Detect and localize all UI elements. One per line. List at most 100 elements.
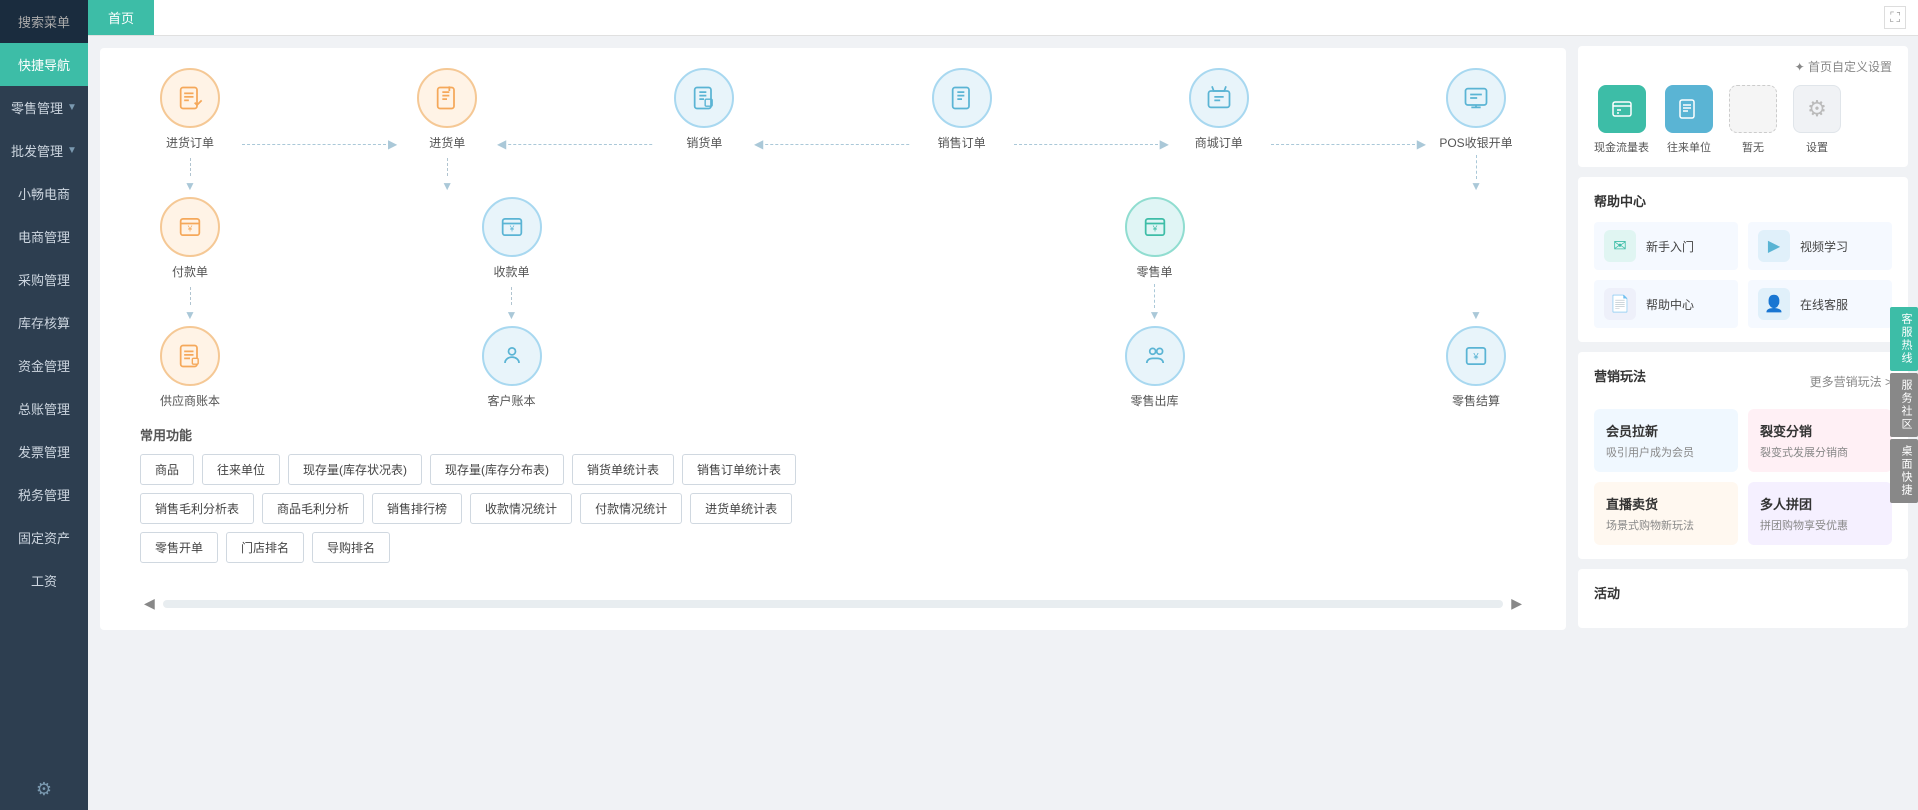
settings-icon: ⚙ [1793,85,1841,133]
more-marketing-link[interactable]: 更多营销玩法 > [1810,373,1892,390]
sidebar-item-ledger[interactable]: 总账管理 [0,387,88,430]
service-icon: 👤 [1758,288,1790,320]
chevron-down-icon: ▼ [67,145,77,156]
workflow-diagram: 进货订单 ▶ 进货单 [120,68,1546,409]
func-row-3: 零售开单 门店排名 导购排名 [140,532,1526,563]
sidebar-item-label: 固定资产 [18,528,70,547]
sidebar-item-ecommerce[interactable]: 电商管理 [0,215,88,258]
quick-icon-contacts[interactable]: 往来单位 [1665,85,1713,155]
tab-home[interactable]: 首页 [88,0,154,35]
marketing-header: 营销玩法 更多营销玩法 > [1594,366,1892,397]
func-btn-retail-order[interactable]: 零售开单 [140,532,218,563]
right-sidebar: ✦ 首页自定义设置 现金流量表 往来单位 [1578,36,1918,810]
help-item-helpcenter[interactable]: 📄 帮助中心 [1594,280,1738,328]
sidebar-item-label: 批发管理 [11,141,63,160]
sidebar-item-inventory[interactable]: 库存核算 [0,301,88,344]
float-buttons: 客服热线 服务社区 桌面快捷 [1890,307,1918,503]
func-btn-payment-stats[interactable]: 付款情况统计 [580,493,682,524]
wf-node-purchase-order[interactable]: 进货订单 [140,68,240,151]
marketing-item-group[interactable]: 多人拼团 拼团购物享受优惠 [1748,482,1892,545]
quick-nav-row: ✦ 首页自定义设置 现金流量表 往来单位 [1578,46,1908,167]
sidebar-item-invoice[interactable]: 发票管理 [0,430,88,473]
wf-node-retail-settlement[interactable]: ¥ 零售结算 [1426,326,1526,409]
marketing-item-live[interactable]: 直播卖货 场景式购物新玩法 [1594,482,1738,545]
marketing-grid: 会员拉新 吸引用户成为会员 裂变分销 裂变式发展分销商 直播卖货 场景式购物新玩… [1594,409,1892,545]
home-customize-settings[interactable]: ✦ 首页自定义设置 [1795,58,1892,75]
wf-node-payment[interactable]: ¥ 付款单 [140,197,240,280]
pos-icon [1446,68,1506,128]
mall-order-icon [1189,68,1249,128]
sidebar-bottom: ⚙ [0,769,88,810]
func-btn-inventory-status[interactable]: 现存量(库存状况表) [288,454,422,485]
video-icon: ▶ [1758,230,1790,262]
func-btn-product[interactable]: 商品 [140,454,194,485]
wf-node-supplier-ledger[interactable]: 供应商账本 [140,326,240,409]
scroll-left-button[interactable]: ◀ [140,595,159,612]
help-item-service[interactable]: 👤 在线客服 [1748,280,1892,328]
sidebar-item-salary[interactable]: 工资 [0,559,88,602]
wf-node-pos[interactable]: POS收银开单 [1426,68,1526,151]
sidebar-item-label: 零售管理 [11,98,63,117]
sidebar-item-finance[interactable]: 资金管理 [0,344,88,387]
func-btn-sales-rank[interactable]: 销售排行榜 [372,493,462,524]
func-btn-inventory-dist[interactable]: 现存量(库存分布表) [430,454,564,485]
scroll-row: ◀ ▶ [120,591,1546,620]
customer-ledger-icon [482,326,542,386]
func-btn-sales-stats[interactable]: 销货单统计表 [572,454,674,485]
empty-icon [1729,85,1777,133]
sidebar-item-label: 税务管理 [18,485,70,504]
scroll-right-button[interactable]: ▶ [1507,595,1526,612]
scroll-track[interactable] [163,600,1503,608]
wf-node-purchase[interactable]: 进货单 [397,68,497,151]
sidebar-item-quicknav[interactable]: 快捷导航 [0,43,88,86]
float-btn-desktop[interactable]: 桌面快捷 [1890,439,1918,503]
func-btn-purchase-stats[interactable]: 进货单统计表 [690,493,792,524]
func-btn-product-margin[interactable]: 商品毛利分析 [262,493,364,524]
wf-label: 客户账本 [487,392,535,409]
sidebar-item-assets[interactable]: 固定资产 [0,516,88,559]
arrow-right: ▶ [754,137,911,151]
wf-node-zero-sales[interactable]: ¥ 零售单 [1105,197,1205,280]
func-btn-order-stats[interactable]: 销售订单统计表 [682,454,796,485]
quick-icons-row: 现金流量表 往来单位 暂无 ⚙ 设置 [1594,85,1892,155]
help-item-label: 在线客服 [1800,296,1848,313]
float-btn-service[interactable]: 客服热线 [1890,307,1918,371]
quick-icon-empty[interactable]: 暂无 [1729,85,1777,155]
wf-label: 进货单 [429,134,465,151]
sidebar-item-purchase[interactable]: 采购管理 [0,258,88,301]
quick-icon-label: 设置 [1806,139,1828,155]
svg-text:¥: ¥ [508,225,514,234]
wf-node-sales[interactable]: 销货单 [654,68,754,151]
wf-node-sales-order[interactable]: 销售订单 [912,68,1012,151]
wf-node-retail-outbound[interactable]: 零售出库 [1105,326,1205,409]
sidebar-search[interactable]: 搜索菜单 [0,0,88,43]
sidebar-item-wholesale[interactable]: 批发管理 ▼ [0,129,88,172]
sidebar-item-ecommerce-small[interactable]: 小畅电商 [0,172,88,215]
sidebar-item-retail[interactable]: 零售管理 ▼ [0,86,88,129]
marketing-item-member[interactable]: 会员拉新 吸引用户成为会员 [1594,409,1738,472]
func-btn-guide-rank[interactable]: 导购排名 [312,532,390,563]
wf-node-customer-ledger[interactable]: 客户账本 [462,326,562,409]
fullscreen-button[interactable]: ⛶ [1884,6,1906,29]
func-btn-contacts[interactable]: 往来单位 [202,454,280,485]
help-item-video[interactable]: ▶ 视频学习 [1748,222,1892,270]
svg-text:¥: ¥ [1472,352,1479,362]
quick-icon-cashflow[interactable]: 现金流量表 [1594,85,1649,155]
sidebar-item-tax[interactable]: 税务管理 [0,473,88,516]
wf-node-mall-order[interactable]: 商城订单 [1169,68,1269,151]
receipt-icon: ¥ [482,197,542,257]
settings-icon[interactable]: ⚙ [36,779,52,799]
func-btn-sales-margin[interactable]: 销售毛利分析表 [140,493,254,524]
common-functions-title: 常用功能 [140,425,1526,444]
float-btn-community[interactable]: 服务社区 [1890,373,1918,437]
activity-title: 活动 [1594,583,1892,602]
wf-label: 商城订单 [1195,134,1243,151]
wf-node-receipt[interactable]: ¥ 收款单 [462,197,562,280]
sidebar-item-label: 工资 [31,571,57,590]
help-item-beginner[interactable]: ✉ 新手入门 [1594,222,1738,270]
func-btn-receipt-stats[interactable]: 收款情况统计 [470,493,572,524]
marketing-item-referral[interactable]: 裂变分销 裂变式发展分销商 [1748,409,1892,472]
func-btn-store-rank[interactable]: 门店排名 [226,532,304,563]
svg-text:¥: ¥ [187,225,193,234]
quick-icon-settings[interactable]: ⚙ 设置 [1793,85,1841,155]
